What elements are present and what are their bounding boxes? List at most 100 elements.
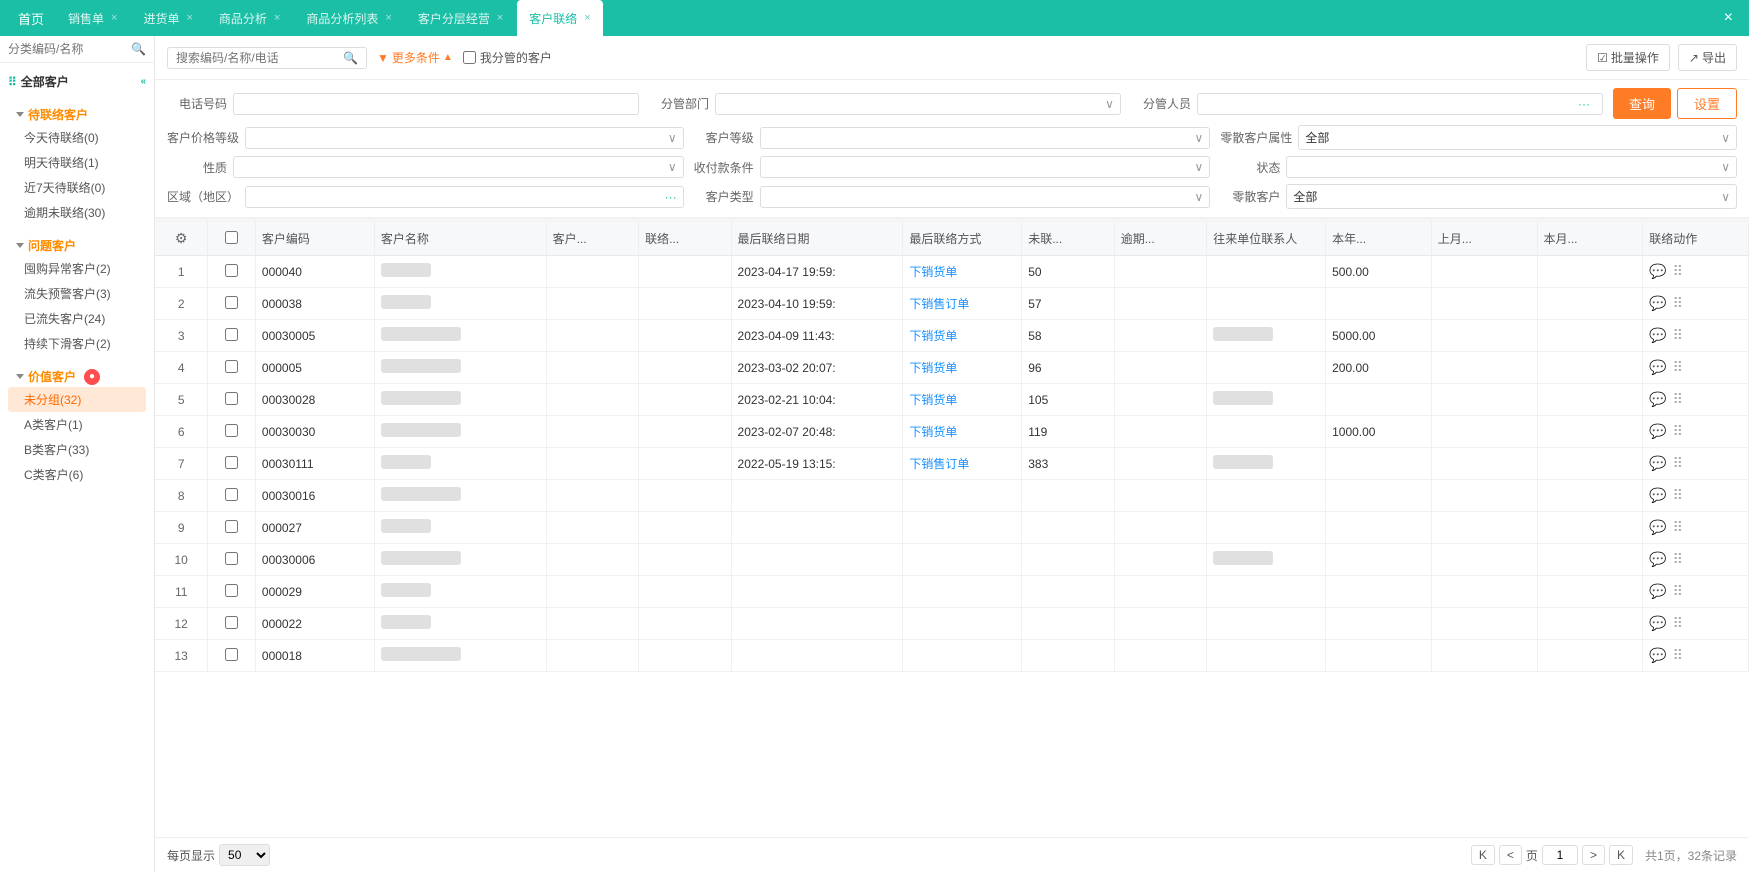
chat-icon[interactable]: 💬 xyxy=(1649,551,1666,568)
cell-action[interactable]: 💬⠿ xyxy=(1643,576,1749,608)
batch-ops-btn[interactable]: ☑ 批量操作 xyxy=(1586,44,1670,71)
cell-method[interactable]: 下销售订单 xyxy=(903,448,1022,480)
grid-icon[interactable]: ⠿ xyxy=(1673,487,1683,504)
status-select[interactable]: ∨ xyxy=(1286,156,1737,178)
row-checkbox[interactable] xyxy=(225,392,238,405)
cell-action[interactable]: 💬⠿ xyxy=(1643,384,1749,416)
cell-checkbox[interactable] xyxy=(208,256,256,288)
row-checkbox[interactable] xyxy=(225,264,238,277)
method-link[interactable]: 下销售订单 xyxy=(909,457,969,471)
sidebar-item-today[interactable]: 今天待联络(0) xyxy=(8,125,146,150)
main-search-input[interactable] xyxy=(176,51,339,65)
chat-icon[interactable]: 💬 xyxy=(1649,487,1666,504)
tab-customer-contact[interactable]: 客户联络 × xyxy=(517,0,602,36)
value-group-label[interactable]: 价值客户 ● xyxy=(8,364,146,387)
chat-icon[interactable]: 💬 xyxy=(1649,647,1666,664)
cell-action[interactable]: 💬⠿ xyxy=(1643,288,1749,320)
grid-icon[interactable]: ⠿ xyxy=(1673,423,1683,440)
export-btn[interactable]: ↗ 导出 xyxy=(1678,44,1737,71)
cell-method[interactable]: 下销货单 xyxy=(903,352,1022,384)
retail-customer-select[interactable]: 全部 ∨ xyxy=(1286,184,1737,209)
cell-action[interactable]: 💬⠿ xyxy=(1643,640,1749,672)
tab-product-analysis-list[interactable]: 商品分析列表 × xyxy=(294,0,403,36)
cell-method[interactable] xyxy=(903,480,1022,512)
grid-icon[interactable]: ⠿ xyxy=(1673,455,1683,472)
cell-method[interactable] xyxy=(903,640,1022,672)
sidebar-search-icon[interactable]: 🔍 xyxy=(131,42,146,56)
grid-icon[interactable]: ⠿ xyxy=(1673,391,1683,408)
retail-attr-select[interactable]: 全部 ∨ xyxy=(1298,125,1737,150)
cell-checkbox[interactable] xyxy=(208,512,256,544)
all-customers-title[interactable]: ⠿ 全部客户 « xyxy=(8,69,146,94)
cell-action[interactable]: 💬⠿ xyxy=(1643,256,1749,288)
cell-method[interactable] xyxy=(903,608,1022,640)
cell-checkbox[interactable] xyxy=(208,576,256,608)
cell-method[interactable]: 下销货单 xyxy=(903,256,1022,288)
cell-checkbox[interactable] xyxy=(208,384,256,416)
row-checkbox[interactable] xyxy=(225,424,238,437)
cell-method[interactable]: 下销售订单 xyxy=(903,288,1022,320)
cell-checkbox[interactable] xyxy=(208,416,256,448)
sidebar-item-churn-warning[interactable]: 流失预警客户(3) xyxy=(8,281,146,306)
cell-checkbox[interactable] xyxy=(208,544,256,576)
cell-method[interactable]: 下销货单 xyxy=(903,384,1022,416)
page-number-input[interactable] xyxy=(1542,845,1578,865)
chat-icon[interactable]: 💬 xyxy=(1649,455,1666,472)
sidebar-item-class-c[interactable]: C类客户(6) xyxy=(8,462,146,487)
chat-icon[interactable]: 💬 xyxy=(1649,359,1666,376)
sidebar-item-class-b[interactable]: B类客户(33) xyxy=(8,437,146,462)
col-header-checkbox[interactable] xyxy=(208,222,256,256)
prev-page-btn[interactable]: < xyxy=(1499,845,1522,865)
reset-btn[interactable]: 设置 xyxy=(1677,88,1737,119)
tab-customer-tiered[interactable]: 客户分层经营 × xyxy=(406,0,515,36)
sidebar-item-declining[interactable]: 持续下滑客户(2) xyxy=(8,331,146,356)
sidebar-item-overdue[interactable]: 逾期未联络(30) xyxy=(8,200,146,225)
home-tab[interactable]: 首页 xyxy=(8,9,54,28)
row-checkbox[interactable] xyxy=(225,328,238,341)
person-more-icon[interactable]: ··· xyxy=(1578,97,1590,111)
chat-icon[interactable]: 💬 xyxy=(1649,615,1666,632)
cell-checkbox[interactable] xyxy=(208,320,256,352)
price-grade-select[interactable]: ∨ xyxy=(245,127,684,149)
sidebar-item-week[interactable]: 近7天待联络(0) xyxy=(8,175,146,200)
tab-product-analysis[interactable]: 商品分析 × xyxy=(207,0,292,36)
close-sales-order-icon[interactable]: × xyxy=(111,12,117,24)
chat-icon[interactable]: 💬 xyxy=(1649,423,1666,440)
close-customer-contact-icon[interactable]: × xyxy=(584,12,590,24)
method-link[interactable]: 下销货单 xyxy=(909,425,957,439)
method-link[interactable]: 下销货单 xyxy=(909,329,957,343)
cell-method[interactable] xyxy=(903,576,1022,608)
query-btn[interactable]: 查询 xyxy=(1613,88,1671,119)
chat-icon[interactable]: 💬 xyxy=(1649,327,1666,344)
cell-action[interactable]: 💬⠿ xyxy=(1643,512,1749,544)
sidebar-item-hoarding[interactable]: 囤购异常客户(2) xyxy=(8,256,146,281)
top-nav-close-icon[interactable]: × xyxy=(1716,9,1741,27)
grid-icon[interactable]: ⠿ xyxy=(1673,263,1683,280)
problem-group-label[interactable]: 问题客户 xyxy=(8,233,146,256)
gender-select[interactable]: ∨ xyxy=(233,156,684,178)
close-product-analysis-icon[interactable]: × xyxy=(274,12,280,24)
chat-icon[interactable]: 💬 xyxy=(1649,391,1666,408)
chat-icon[interactable]: 💬 xyxy=(1649,583,1666,600)
method-link[interactable]: 下销货单 xyxy=(909,361,957,375)
row-checkbox[interactable] xyxy=(225,552,238,565)
method-link[interactable]: 下销货单 xyxy=(909,265,957,279)
cell-checkbox[interactable] xyxy=(208,608,256,640)
sidebar-item-churned[interactable]: 已流失客户(24) xyxy=(8,306,146,331)
more-conditions-btn[interactable]: ▼ 更多条件 ▲ xyxy=(377,49,453,66)
person-select[interactable]: ··· xyxy=(1197,93,1603,115)
tab-sales-order[interactable]: 销售单 × xyxy=(56,0,129,36)
cell-method[interactable]: 下销货单 xyxy=(903,320,1022,352)
cell-checkbox[interactable] xyxy=(208,448,256,480)
close-customer-tiered-icon[interactable]: × xyxy=(497,12,503,24)
close-product-analysis-list-icon[interactable]: × xyxy=(385,12,391,24)
row-checkbox[interactable] xyxy=(225,616,238,629)
cell-method[interactable] xyxy=(903,512,1022,544)
next-page-btn[interactable]: > xyxy=(1582,845,1605,865)
cell-action[interactable]: 💬⠿ xyxy=(1643,480,1749,512)
per-page-select[interactable]: 50 20 100 xyxy=(219,844,270,866)
grid-icon[interactable]: ⠿ xyxy=(1673,583,1683,600)
my-customers-checkbox[interactable]: 我分管的客户 xyxy=(463,49,552,66)
chat-icon[interactable]: 💬 xyxy=(1649,295,1666,312)
cell-method[interactable] xyxy=(903,544,1022,576)
